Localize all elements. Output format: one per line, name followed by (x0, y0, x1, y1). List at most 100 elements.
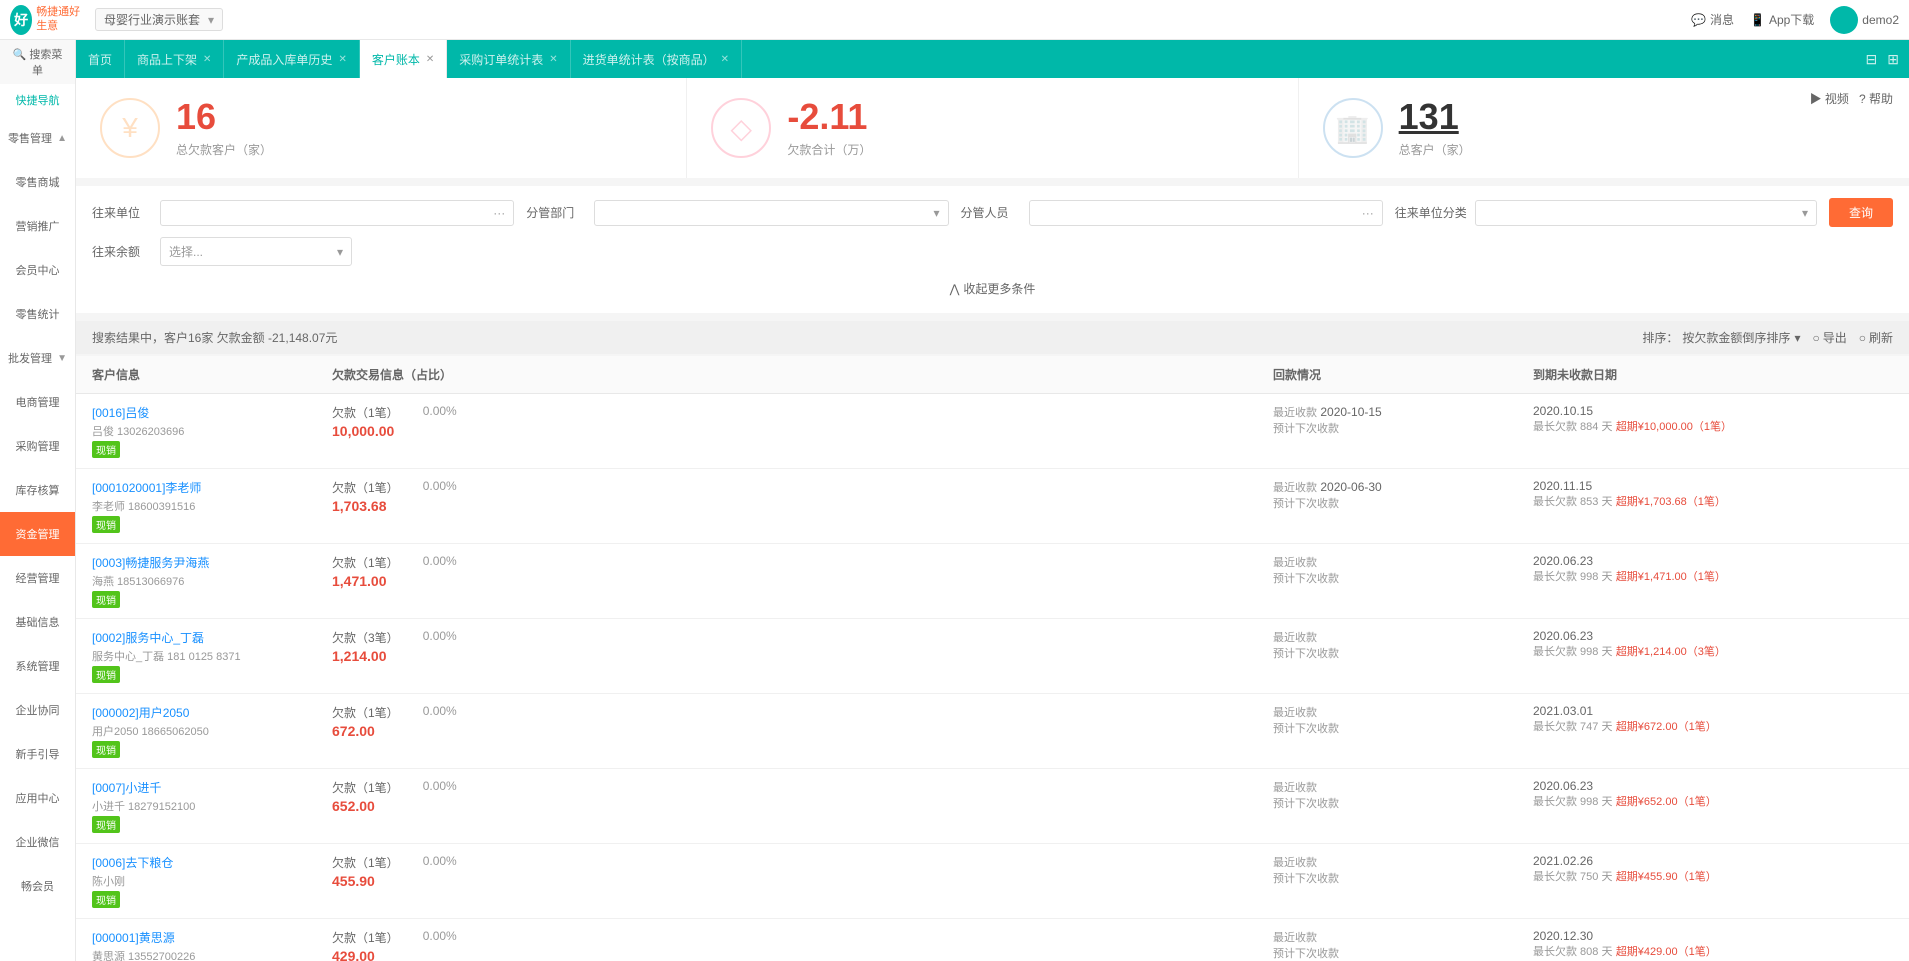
user-menu[interactable]: demo2 (1830, 6, 1899, 34)
export-button[interactable]: ○ 导出 (1812, 329, 1846, 346)
sidebar-item-ecommerce[interactable]: 电商管理 (0, 380, 75, 424)
sidebar-item-corp-wechat[interactable]: 企业微信 (0, 820, 75, 864)
sidebar-item-retail-mgmt[interactable]: 零售管理 ▲ (0, 116, 75, 160)
overdue-link-1[interactable]: 超期¥10,000.00（1笔） (1616, 421, 1732, 433)
customer-contact-2: 李老师 18600391516 (92, 498, 332, 514)
overdue-link-5[interactable]: 超期¥672.00（1笔） (1616, 721, 1717, 733)
sidebar-item-marketing[interactable]: 营销推广 (0, 204, 75, 248)
customer-name-3[interactable]: [0003]畅捷服务尹海燕 (92, 554, 332, 571)
filter-area: 往来单位 ··· 分管部门 ▾ 分管人员 (76, 186, 1909, 313)
customer-name-8[interactable]: [000001]黄思源 (92, 929, 332, 946)
tab-home-label: 首页 (88, 51, 112, 68)
sidebar-label-retail-stats: 零售统计 (16, 306, 60, 322)
chevron-down-icon2: ▼ (57, 353, 67, 364)
sidebar-label-basic-info: 基础信息 (16, 614, 60, 630)
sidebar-item-finance[interactable]: 资金管理 (0, 512, 75, 556)
overdue-link-7[interactable]: 超期¥455.90（1笔） (1616, 871, 1717, 883)
sidebar-item-app-center[interactable]: 应用中心 (0, 776, 75, 820)
table-row: [0007]小进千 小进千 18279152100 现销 欠款（1笔） 652.… (76, 769, 1909, 844)
stat-info-3: 131 总客户（家） (1399, 99, 1471, 158)
chevron-dept-icon: ▾ (933, 206, 939, 220)
video-btn[interactable]: ▶ 视频 (1810, 90, 1849, 107)
app-download-btn[interactable]: 📱 App下载 (1750, 11, 1814, 28)
sidebar-item-member[interactable]: 会员中心 (0, 248, 75, 292)
close-tab-customer[interactable]: ✕ (426, 54, 434, 65)
customer-tag-2: 现销 (92, 516, 120, 533)
sidebar-item-retail-mall[interactable]: 零售商城 (0, 160, 75, 204)
debt-count-7: 欠款（1笔） (332, 854, 399, 871)
ellipsis-icon: ··· (493, 206, 505, 220)
customer-name-5[interactable]: [000002]用户2050 (92, 704, 332, 721)
tab-products-off-label: 商品上下架 (137, 51, 197, 68)
sidebar-item-purchase[interactable]: 采购管理 (0, 424, 75, 468)
table-row: [0002]服务中心_丁磊 服务中心_丁磊 181 0125 8371 现销 欠… (76, 619, 1909, 694)
sidebar-item-warehouse[interactable]: 库存核算 (0, 468, 75, 512)
close-tab-inbound[interactable]: ✕ (721, 54, 729, 65)
table-row: [0001020001]李老师 李老师 18600391516 现销 欠款（1笔… (76, 469, 1909, 544)
close-tab-products-off[interactable]: ✕ (203, 54, 211, 65)
close-tab-production[interactable]: ✕ (338, 54, 346, 65)
sidebar-item-enterprise[interactable]: 企业协同 (0, 688, 75, 732)
overdue-link-3[interactable]: 超期¥1,471.00（1笔） (1616, 571, 1726, 583)
tab-inbound-stats-label: 进货单统计表（按商品） (583, 51, 715, 68)
refresh-button[interactable]: ○ 刷新 (1859, 329, 1893, 346)
return-next-4: 预计下次收款 (1273, 645, 1533, 661)
sidebar-item-guide[interactable]: 新手引导 (0, 732, 75, 776)
sidebar-label-warehouse: 库存核算 (16, 482, 60, 498)
unit-class-select[interactable]: ▾ (1475, 200, 1817, 226)
customer-info-5: [000002]用户2050 用户2050 18665062050 现销 (92, 704, 332, 758)
overdue-days-8: 最长欠款 808 天 (1533, 946, 1612, 958)
tab-purchase-order[interactable]: 采购订单统计表 ✕ (447, 40, 570, 78)
tab-production-history[interactable]: 产成品入库单历史 ✕ (224, 40, 359, 78)
customer-name-2[interactable]: [0001020001]李老师 (92, 479, 332, 496)
sort-value: 按欠款金额倒序排序 (1682, 329, 1790, 346)
sidebar-item-system[interactable]: 系统管理 (0, 644, 75, 688)
dept-select[interactable]: ▾ (594, 200, 948, 226)
return-label-1: 最近收款 (1273, 407, 1317, 419)
query-button[interactable]: 查询 (1829, 198, 1893, 227)
search-menu-label: 搜索菜单 (29, 49, 62, 77)
overdue-link-2[interactable]: 超期¥1,703.68（1笔） (1616, 496, 1726, 508)
person-input[interactable]: ··· (1029, 200, 1383, 226)
tab-inbound-stats[interactable]: 进货单统计表（按商品） ✕ (571, 40, 742, 78)
filter-balance: 往来余额 选择... ▾ (92, 237, 352, 266)
table-header: 客户信息 欠款交易信息（占比） 回款情况 到期未收款日期 (76, 356, 1909, 394)
source-unit-input[interactable]: ··· (160, 200, 514, 226)
sidebar-item-basic-info[interactable]: 基础信息 (0, 600, 75, 644)
table-row: [0003]畅捷服务尹海燕 海燕 18513066976 现销 欠款（1笔） 1… (76, 544, 1909, 619)
balance-select[interactable]: 选择... ▾ (160, 237, 352, 266)
sidebar-item-operations[interactable]: 经营管理 (0, 556, 75, 600)
sort-selector[interactable]: 排序： 按欠款金额倒序排序 ▾ (1642, 329, 1800, 346)
stat-card-total-customers: 🏢 131 总客户（家） ▶ 视频 ? 帮助 (1299, 78, 1909, 178)
overdue-date-2: 2020.11.15 (1533, 479, 1893, 493)
messages-btn[interactable]: 💬 消息 (1691, 11, 1734, 28)
stat-label-debt-customers: 总欠款客户（家） (176, 141, 272, 158)
customer-name-4[interactable]: [0002]服务中心_丁磊 (92, 629, 332, 646)
sidebar-item-batch-mgmt[interactable]: 批发管理 ▼ (0, 336, 75, 380)
sidebar-item-vip[interactable]: 畅会员 (0, 864, 75, 908)
overdue-info-2: 2020.11.15 最长欠款 853 天 超期¥1,703.68（1笔） (1533, 479, 1893, 509)
search-menu-btn[interactable]: 🔍 搜索菜单 (0, 40, 75, 84)
tab-minimize-icon[interactable]: ⊟ (1864, 49, 1880, 70)
customer-name-6[interactable]: [0007]小进千 (92, 779, 332, 796)
result-summary: 搜索结果中，客户16家 欠款金额 -21,148.07元 (92, 329, 337, 346)
tab-customer-account[interactable]: 客户账本 ✕ (360, 40, 447, 78)
store-selector[interactable]: 母婴行业演示账套 ▾ (95, 8, 223, 31)
overdue-link-4[interactable]: 超期¥1,214.00（3笔） (1616, 646, 1726, 658)
return-info-1: 最近收款 2020-10-15 预计下次收款 (1273, 404, 1533, 436)
sidebar-item-retail-stats[interactable]: 零售统计 (0, 292, 75, 336)
customer-name-7[interactable]: [0006]去下粮仓 (92, 854, 332, 871)
help-btn[interactable]: ? 帮助 (1859, 90, 1893, 107)
debt-amount-4: 1,214.00 (332, 648, 399, 664)
collapse-filters-btn[interactable]: ⋀ 收起更多条件 (92, 276, 1893, 301)
tab-maximize-icon[interactable]: ⊞ (1885, 49, 1901, 70)
customer-name-1[interactable]: [0016]吕俊 (92, 404, 332, 421)
close-tab-purchase[interactable]: ✕ (549, 54, 557, 65)
tab-products-off[interactable]: 商品上下架 ✕ (125, 40, 224, 78)
customer-tag-5: 现销 (92, 741, 120, 758)
debt-amount-6: 652.00 (332, 798, 399, 814)
overdue-link-6[interactable]: 超期¥652.00（1笔） (1616, 796, 1717, 808)
tab-home[interactable]: 首页 (76, 40, 125, 78)
overdue-link-8[interactable]: 超期¥429.00（1笔） (1616, 946, 1717, 958)
debt-percent-7: 0.00% (423, 854, 457, 868)
